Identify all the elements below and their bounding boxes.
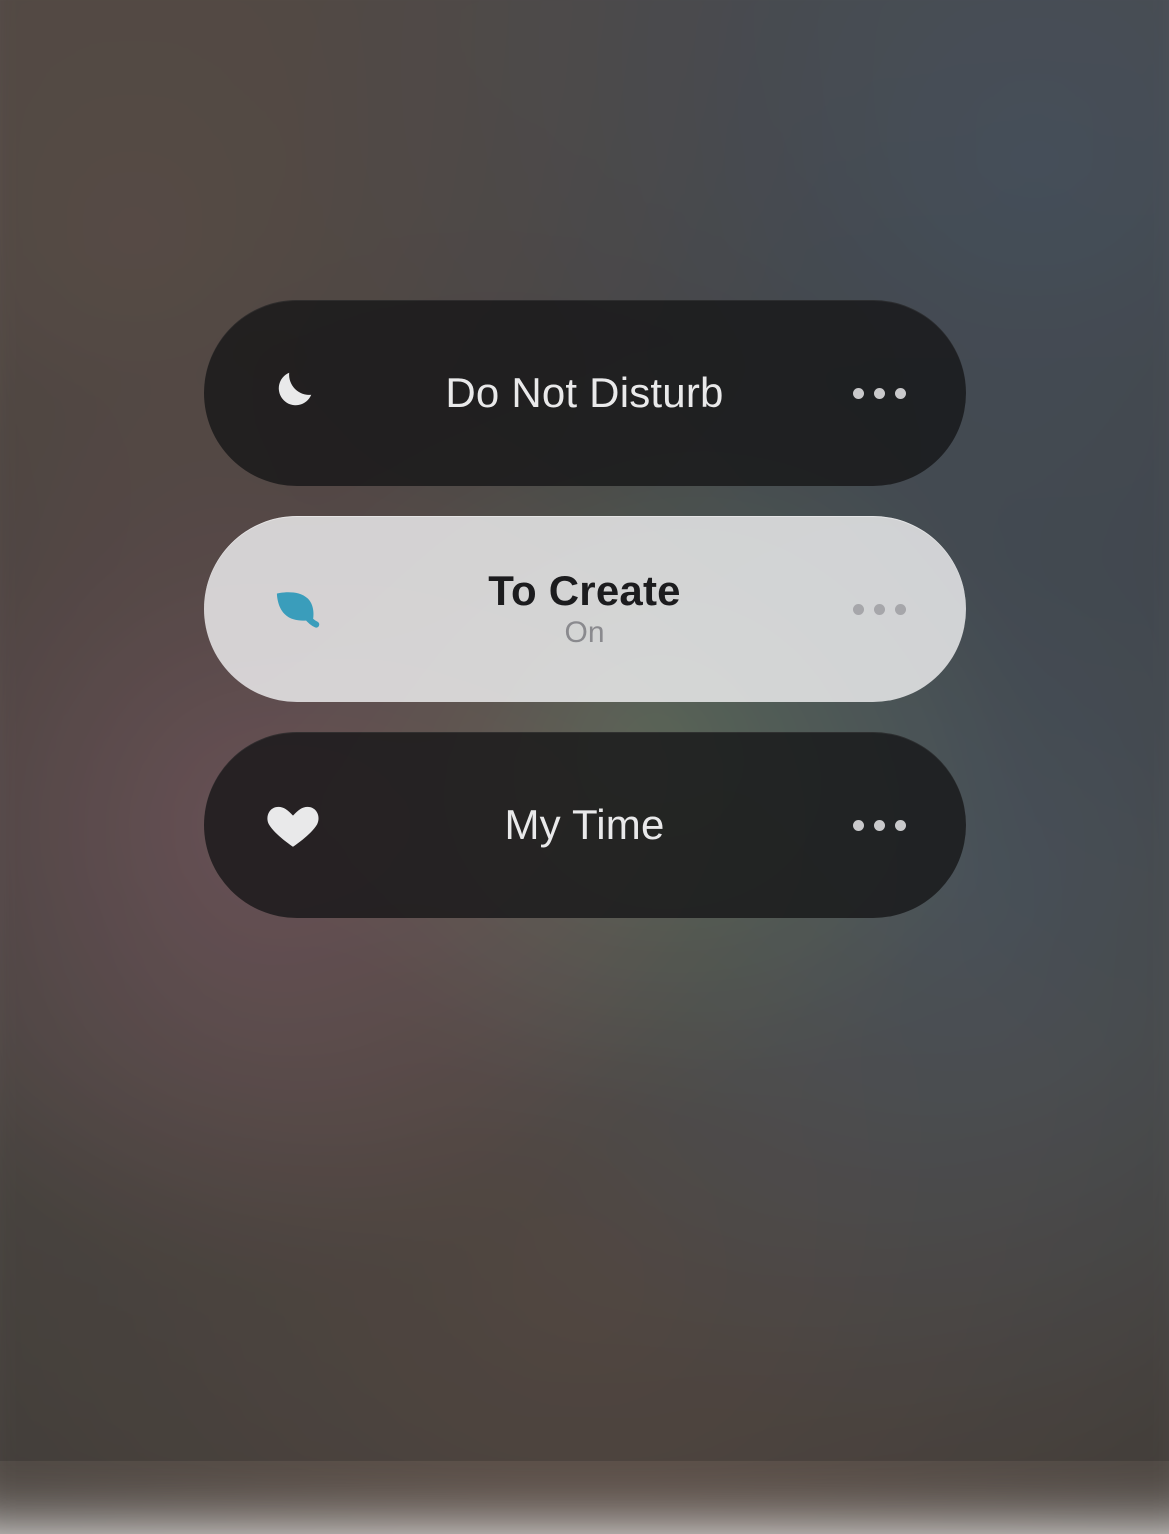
focus-mode-my-time[interactable]: My Time [204,732,966,918]
focus-mode-title: To Create [488,568,680,614]
focus-mode-label-group: My Time [334,802,836,848]
ellipsis-icon [853,388,906,399]
focus-mode-do-not-disturb[interactable]: Do Not Disturb [204,300,966,486]
focus-mode-to-create[interactable]: To Create On [204,516,966,702]
more-options-button[interactable] [836,604,906,615]
moon-icon [264,366,334,420]
focus-mode-title: My Time [504,802,664,848]
focus-mode-list: Do Not Disturb To Create On [204,300,966,918]
heart-icon [264,796,334,854]
focus-mode-label-group: To Create On [334,568,836,650]
leaf-icon [264,578,334,640]
more-options-button[interactable] [836,388,906,399]
ellipsis-icon [853,604,906,615]
ellipsis-icon [853,820,906,831]
focus-mode-label-group: Do Not Disturb [334,370,836,416]
focus-mode-title: Do Not Disturb [445,370,723,416]
focus-mode-status: On [564,616,604,650]
more-options-button[interactable] [836,820,906,831]
